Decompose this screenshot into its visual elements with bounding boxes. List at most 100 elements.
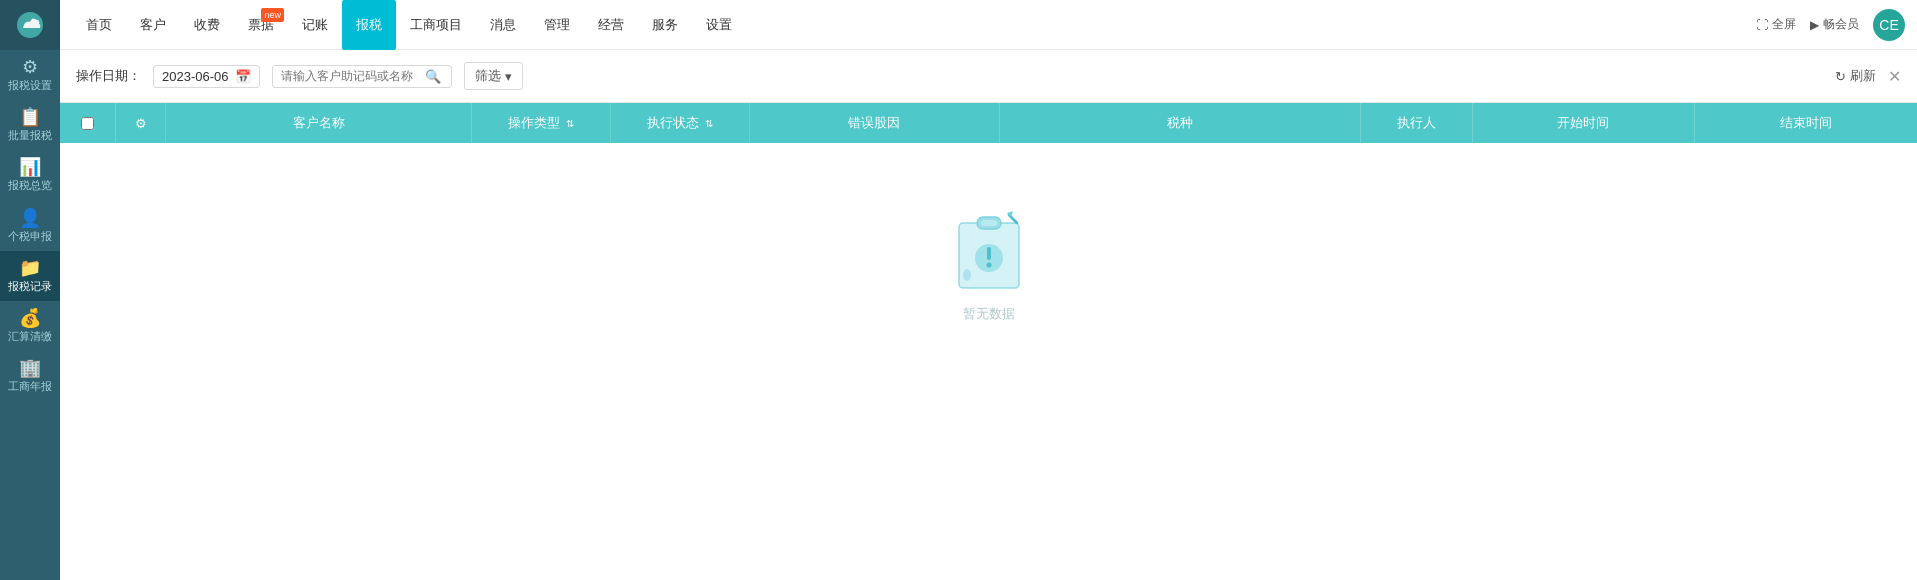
- annual-report-icon: 🏢: [19, 359, 41, 377]
- th-checkbox: [60, 103, 116, 143]
- fullscreen-button[interactable]: ⛶ 全屏: [1756, 16, 1796, 33]
- remittance-icon: 💰: [19, 309, 41, 327]
- sidebar-item-annual-report[interactable]: 🏢 工商年报: [0, 351, 60, 401]
- personal-tax-label: 个税申报: [8, 230, 52, 243]
- sidebar-item-batch-tax[interactable]: 📋 批量报税: [0, 100, 60, 150]
- refresh-label: 刷新: [1850, 67, 1876, 85]
- table-header-row: ⚙ 客户名称 操作类型 ⇅ 执行状态 ⇅: [60, 103, 1917, 143]
- nav-item-service[interactable]: 服务: [638, 0, 692, 50]
- customer-nav-label: 客户: [140, 16, 166, 34]
- empty-state: 暂无数据: [60, 143, 1917, 363]
- personal-tax-icon: 👤: [19, 209, 41, 227]
- th-op-type[interactable]: 操作类型 ⇅: [471, 103, 610, 143]
- management-nav-label: 管理: [544, 16, 570, 34]
- nav-items: 首页 客户 收费票据new 记账 报税 工商项目 消息 管理 经营 服务 设置: [72, 0, 1756, 50]
- tax-records-label: 报税记录: [8, 280, 52, 293]
- search-input[interactable]: [281, 69, 421, 83]
- close-button[interactable]: ✕: [1888, 67, 1901, 86]
- svg-rect-4: [981, 220, 997, 226]
- date-input[interactable]: 2023-06-06 📅: [153, 65, 260, 88]
- top-navigation: 首页 客户 收费票据new 记账 报税 工商项目 消息 管理 经营 服务 设置 ⛶ 全屏 ▶ 畅会员…: [60, 0, 1917, 50]
- svg-rect-6: [987, 247, 991, 260]
- avatar[interactable]: CE: [1873, 9, 1905, 41]
- th-end-time: 结束时间: [1695, 103, 1917, 143]
- table-body: 暂无数据: [60, 143, 1917, 363]
- batch-tax-label: 批量报税: [8, 129, 52, 142]
- main-area: 首页 客户 收费票据new 记账 报税 工商项目 消息 管理 经营 服务 设置 ⛶ 全屏 ▶ 畅会员…: [60, 0, 1917, 580]
- home-nav-label: 首页: [86, 16, 112, 34]
- th-gear: ⚙: [116, 103, 166, 143]
- sidebar-logo: [0, 0, 60, 50]
- empty-icon: [949, 203, 1029, 293]
- svg-point-10: [963, 269, 971, 281]
- search-box[interactable]: 🔍: [272, 65, 452, 88]
- tax-nav-label: 报税: [356, 16, 382, 34]
- tax-records-icon: 📁: [19, 259, 41, 277]
- tax-settings-icon: ⚙: [22, 58, 38, 76]
- fullscreen-icon: ⛶: [1756, 18, 1768, 32]
- nav-item-messages[interactable]: 消息: [476, 0, 530, 50]
- billing-nav-label: 收费: [194, 16, 220, 34]
- calendar-icon: 📅: [235, 69, 251, 84]
- accounting-nav-label: 记账: [302, 16, 328, 34]
- annual-report-label: 工商年报: [8, 380, 52, 393]
- refresh-icon: ↻: [1835, 69, 1846, 84]
- nav-item-home[interactable]: 首页: [72, 0, 126, 50]
- sidebar-item-tax-records[interactable]: 📁 报税记录: [0, 251, 60, 301]
- nav-item-invoice[interactable]: 票据new: [234, 0, 288, 50]
- sidebar: ⚙ 报税设置 📋 批量报税 📊 报税总览 👤 个税申报 📁 报税记录 💰 汇算清…: [0, 0, 60, 580]
- nav-item-customer[interactable]: 客户: [126, 0, 180, 50]
- settings-nav-label: 设置: [706, 16, 732, 34]
- commerce-nav-label: 工商项目: [410, 16, 462, 34]
- op-type-sort-icon: ⇅: [566, 118, 574, 129]
- messages-nav-label: 消息: [490, 16, 516, 34]
- date-label: 操作日期：: [76, 67, 141, 85]
- page-content: 操作日期： 2023-06-06 📅 🔍 筛选 ▾ ↻ 刷新 ✕: [60, 50, 1917, 580]
- nav-item-accounting[interactable]: 记账: [288, 0, 342, 50]
- data-table: ⚙ 客户名称 操作类型 ⇅ 执行状态 ⇅: [60, 103, 1917, 363]
- empty-state-row: 暂无数据: [60, 143, 1917, 363]
- batch-tax-icon: 📋: [19, 108, 41, 126]
- th-customer-name: 客户名称: [166, 103, 472, 143]
- tax-summary-label: 报税总览: [8, 179, 52, 192]
- chevron-down-icon: ▾: [505, 69, 512, 84]
- fullscreen-label: 全屏: [1772, 16, 1796, 33]
- th-executor: 执行人: [1361, 103, 1472, 143]
- refresh-button[interactable]: ↻ 刷新: [1835, 67, 1876, 85]
- finance-nav-label: 经营: [598, 16, 624, 34]
- member-button[interactable]: ▶ 畅会员: [1810, 16, 1859, 33]
- service-nav-label: 服务: [652, 16, 678, 34]
- nav-item-tax[interactable]: 报税: [342, 0, 396, 50]
- th-tax-type: 税种: [1000, 103, 1361, 143]
- nav-item-management[interactable]: 管理: [530, 0, 584, 50]
- th-start-time: 开始时间: [1472, 103, 1694, 143]
- sidebar-item-remittance[interactable]: 💰 汇算清缴: [0, 301, 60, 351]
- svg-point-7: [986, 263, 991, 268]
- toolbar: 操作日期： 2023-06-06 📅 🔍 筛选 ▾ ↻ 刷新 ✕: [60, 50, 1917, 103]
- member-label: 畅会员: [1823, 16, 1859, 33]
- filter-label: 筛选: [475, 67, 501, 85]
- nav-item-commerce[interactable]: 工商项目: [396, 0, 476, 50]
- sidebar-item-personal-tax[interactable]: 👤 个税申报: [0, 201, 60, 251]
- sidebar-item-tax-settings[interactable]: ⚙ 报税设置: [0, 50, 60, 100]
- invoice-badge: new: [261, 8, 284, 22]
- topnav-right: ⛶ 全屏 ▶ 畅会员 CE: [1756, 9, 1905, 41]
- sidebar-item-tax-summary[interactable]: 📊 报税总览: [0, 150, 60, 200]
- nav-item-settings[interactable]: 设置: [692, 0, 746, 50]
- tax-summary-icon: 📊: [19, 158, 41, 176]
- remittance-label: 汇算清缴: [8, 330, 52, 343]
- member-icon: ▶: [1810, 18, 1819, 32]
- th-exec-status[interactable]: 执行状态 ⇅: [610, 103, 749, 143]
- search-icon: 🔍: [425, 69, 441, 84]
- data-table-container: ⚙ 客户名称 操作类型 ⇅ 执行状态 ⇅: [60, 103, 1917, 580]
- nav-item-finance[interactable]: 经营: [584, 0, 638, 50]
- empty-text: 暂无数据: [963, 305, 1015, 323]
- select-all-checkbox[interactable]: [81, 117, 94, 130]
- nav-item-billing[interactable]: 收费: [180, 0, 234, 50]
- gear-icon[interactable]: ⚙: [135, 116, 147, 131]
- tax-settings-label: 报税设置: [8, 79, 52, 92]
- date-value: 2023-06-06: [162, 69, 229, 84]
- exec-status-sort-icon: ⇅: [705, 118, 713, 129]
- filter-button[interactable]: 筛选 ▾: [464, 62, 523, 90]
- th-error: 错误股因: [749, 103, 999, 143]
